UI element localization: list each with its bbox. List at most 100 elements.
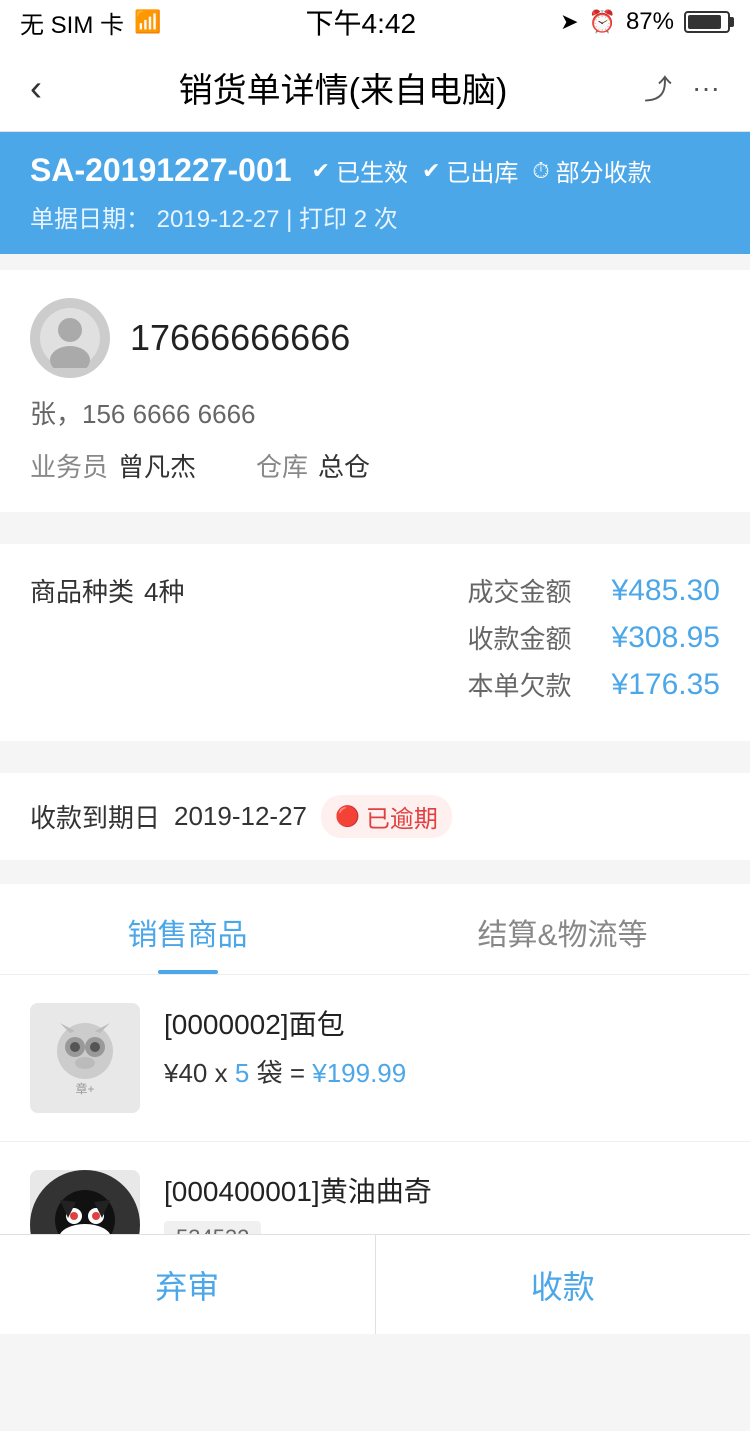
- summary-right: 成交金额 ¥485.30 收款金额 ¥308.95 本单欠款 ¥176.35: [468, 572, 720, 713]
- print-suffix: 次: [374, 206, 398, 233]
- status-shipped-label: 已出库: [446, 153, 518, 188]
- price-x-1: x: [215, 1058, 235, 1088]
- tab-settlement[interactable]: 结算&物流等: [375, 884, 750, 974]
- bottom-bar: 弃审 收款: [0, 1234, 750, 1334]
- warehouse-item: 仓库 总仓: [256, 447, 370, 484]
- cancel-review-button[interactable]: 弃审: [0, 1235, 376, 1334]
- product-name-1: [0000002]面包: [164, 1003, 720, 1043]
- received-label: 收款金额: [468, 619, 572, 656]
- status-effective: ✔ 已生效: [312, 153, 408, 188]
- amount-label: 成交金额: [468, 572, 572, 609]
- product-title-1: 面包: [289, 1009, 345, 1040]
- clock-icon: ⏱: [532, 158, 549, 184]
- status-right: ➤ ⏰ 87%: [560, 8, 730, 36]
- print-label: | 打印: [286, 206, 347, 233]
- page-title: 销货单详情(来自电脑): [179, 63, 508, 112]
- received-value: ¥308.95: [612, 621, 720, 655]
- svg-text:章+: 章+: [75, 1081, 94, 1096]
- product-code-1: [0000002]: [164, 1009, 289, 1040]
- customer-meta: 业务员 曾凡杰 仓库 总仓: [30, 447, 720, 484]
- due-label: 收款到期日: [30, 798, 160, 835]
- product-info-1: [0000002]面包 ¥40 x 5 袋 = ¥199.99: [164, 1003, 720, 1090]
- sales-label: 业务员: [30, 447, 108, 484]
- cancel-review-label: 弃审: [155, 1262, 219, 1308]
- price-eq-1: =: [290, 1058, 312, 1088]
- amount-value: ¥485.30: [612, 574, 720, 608]
- pay-label: 收款: [531, 1262, 595, 1308]
- banner-top: SA-20191227-001 ✔ 已生效 ✔ 已出库 ⏱ 部分收款: [30, 152, 720, 189]
- status-partial: ⏱ 部分收款: [532, 153, 651, 188]
- sales-item: 业务员 曾凡杰: [30, 447, 196, 484]
- product-code-2: [000400001]: [164, 1176, 320, 1207]
- check-icon-2: ✔: [422, 158, 440, 184]
- alarm-icon: ⏰: [589, 9, 616, 35]
- customer-section: 17666666666 张，156 6666 6666 业务员 曾凡杰 仓库 总…: [0, 270, 750, 512]
- back-button[interactable]: ‹: [30, 67, 42, 109]
- order-date: 2019-12-27: [157, 206, 280, 233]
- tab-products[interactable]: 销售商品: [0, 884, 375, 974]
- status-tags: ✔ 已生效 ✔ 已出库 ⏱ 部分收款: [312, 153, 652, 188]
- price-unit-1: 袋: [257, 1058, 283, 1088]
- more-icon[interactable]: ···: [692, 72, 720, 104]
- date-label: 单据日期：: [30, 206, 150, 233]
- share-icon[interactable]: ⤴: [644, 68, 672, 108]
- header-banner: SA-20191227-001 ✔ 已生效 ✔ 已出库 ⏱ 部分收款 单据日期：…: [0, 132, 750, 254]
- status-shipped: ✔ 已出库: [422, 153, 518, 188]
- category-label: 商品种类: [30, 572, 134, 609]
- tabs-bar: 销售商品 结算&物流等: [0, 884, 750, 975]
- summary-left: 商品种类 4种: [30, 572, 184, 613]
- nav-bar: ‹ 销货单详情(来自电脑) ⤴ ···: [0, 44, 750, 132]
- warehouse-name: 总仓: [318, 447, 370, 484]
- product-thumb-1: 章+: [30, 1003, 140, 1113]
- category-row: 商品种类 4种: [30, 572, 184, 609]
- amount-row: 成交金额 ¥485.30: [468, 572, 720, 609]
- warehouse-label: 仓库: [256, 447, 308, 484]
- due-section: 收款到期日 2019-12-27 🔴 已逾期: [0, 773, 750, 860]
- product-name-2: [000400001]黄油曲奇: [164, 1170, 720, 1210]
- received-row: 收款金额 ¥308.95: [468, 619, 720, 656]
- overdue-icon: 🔴: [335, 804, 360, 829]
- pay-button[interactable]: 收款: [376, 1235, 750, 1334]
- debt-value: ¥176.35: [612, 668, 720, 702]
- customer-contact: 张，156 6666 6666: [30, 394, 720, 431]
- divider-2: [0, 528, 750, 544]
- battery-indicator: [684, 11, 730, 33]
- price-total-1: ¥199.99: [312, 1058, 406, 1088]
- divider-4: [0, 868, 750, 884]
- price-base-1: ¥40: [164, 1058, 207, 1088]
- wifi-icon: 📶: [134, 9, 161, 35]
- divider-1: [0, 254, 750, 270]
- status-left: 无 SIM 卡 📶: [20, 5, 161, 40]
- battery-label: 87%: [626, 8, 674, 36]
- order-id: SA-20191227-001: [30, 152, 292, 189]
- check-icon-1: ✔: [312, 158, 330, 184]
- overdue-badge: 🔴 已逾期: [321, 795, 452, 838]
- price-qty-1: 5: [235, 1058, 249, 1088]
- product-item: 章+ [0000002]面包 ¥40 x 5 袋 = ¥199.99: [0, 975, 750, 1142]
- bottom-spacer: [0, 1331, 750, 1431]
- customer-top: 17666666666: [30, 298, 720, 378]
- status-bar: 无 SIM 卡 📶 下午4:42 ➤ ⏰ 87%: [0, 0, 750, 44]
- status-time: 下午4:42: [306, 2, 417, 42]
- nav-left: ‹: [30, 67, 42, 109]
- debt-row: 本单欠款 ¥176.35: [468, 666, 720, 703]
- product-price-1: ¥40 x 5 袋 = ¥199.99: [164, 1053, 720, 1090]
- print-count: 2: [354, 206, 367, 233]
- carrier-label: 无 SIM 卡: [20, 5, 124, 40]
- divider-3: [0, 757, 750, 773]
- debt-label: 本单欠款: [468, 666, 572, 703]
- customer-phone: 17666666666: [130, 317, 350, 359]
- banner-date: 单据日期： 2019-12-27 | 打印 2 次: [30, 199, 720, 234]
- status-partial-label: 部分收款: [556, 153, 652, 188]
- status-effective-label: 已生效: [336, 153, 408, 188]
- avatar: [30, 298, 110, 378]
- due-date: 2019-12-27: [174, 801, 307, 832]
- overdue-label: 已逾期: [366, 799, 438, 834]
- tab-products-label: 销售商品: [128, 919, 248, 952]
- tab-settlement-label: 结算&物流等: [477, 919, 647, 952]
- summary-section: 商品种类 4种 成交金额 ¥485.30 收款金额 ¥308.95 本单欠款 ¥…: [0, 544, 750, 741]
- category-count: 4种: [144, 572, 184, 609]
- location-icon: ➤: [560, 9, 578, 35]
- sales-name: 曾凡杰: [118, 447, 196, 484]
- nav-right: ⤴ ···: [644, 68, 720, 108]
